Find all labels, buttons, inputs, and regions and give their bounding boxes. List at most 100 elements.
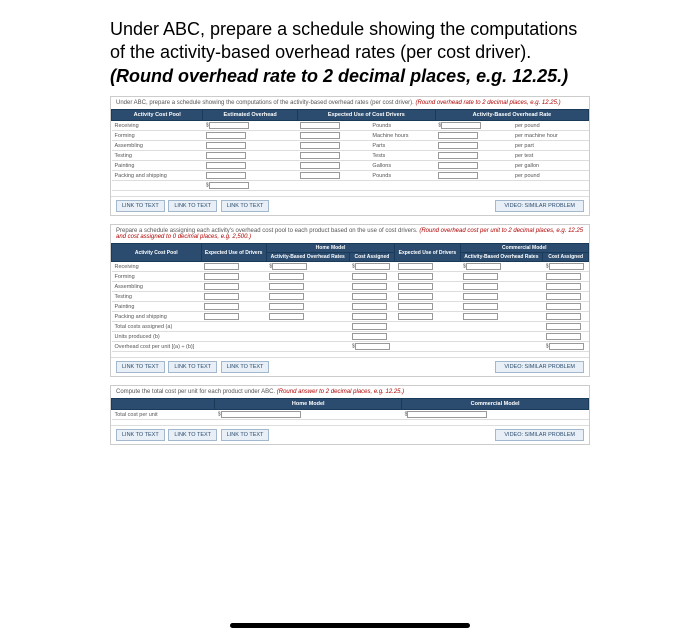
table-row: $	[112, 181, 589, 191]
link-to-text-button[interactable]: LINK TO TEXT	[116, 429, 165, 441]
s2-input[interactable]	[546, 333, 581, 340]
s2-input[interactable]	[352, 333, 387, 340]
s2-input[interactable]	[466, 263, 501, 270]
s1-driver-input-4[interactable]	[300, 162, 340, 169]
link-to-text-button[interactable]: LINK TO TEXT	[168, 361, 217, 373]
s2-input[interactable]	[272, 263, 307, 270]
s2-input[interactable]	[398, 293, 433, 300]
table-row: Forming	[112, 272, 589, 282]
question-bold: (Round overhead rate to 2 decimal places…	[110, 66, 568, 86]
s1-overhead-input-2[interactable]	[206, 142, 246, 149]
section3-table: Home Model Commercial Model Total cost p…	[111, 398, 589, 420]
s3-header-commercial: Commercial Model	[402, 399, 589, 410]
section2-link-row: LINK TO TEXT LINK TO TEXT LINK TO TEXT V…	[111, 357, 589, 376]
s2-input[interactable]	[463, 293, 498, 300]
link-to-text-button[interactable]: LINK TO TEXT	[221, 200, 270, 212]
s2-input[interactable]	[204, 303, 239, 310]
s2-input[interactable]	[352, 293, 387, 300]
table-row: Receiving$$$$	[112, 262, 589, 272]
s2-input[interactable]	[204, 313, 239, 320]
s2-input[interactable]	[463, 283, 498, 290]
table-row: Packing and shipping Pounds per pound	[112, 171, 589, 181]
table-row: Packing and shipping	[112, 312, 589, 322]
s2-input[interactable]	[398, 263, 433, 270]
s2-input[interactable]	[269, 303, 304, 310]
link-to-text-button[interactable]: LINK TO TEXT	[168, 429, 217, 441]
s2-input[interactable]	[546, 293, 581, 300]
s2-input[interactable]	[398, 313, 433, 320]
s2-input[interactable]	[204, 293, 239, 300]
table-row: Painting	[112, 302, 589, 312]
s1-driver-input-5[interactable]	[300, 172, 340, 179]
section2-table: Activity Cost Pool Expected Use of Drive…	[111, 243, 589, 352]
s2-input[interactable]	[204, 273, 239, 280]
s2-input[interactable]	[398, 283, 433, 290]
s2-input[interactable]	[398, 273, 433, 280]
s3-commercial-input[interactable]	[407, 411, 487, 418]
link-to-text-button[interactable]: LINK TO TEXT	[116, 200, 165, 212]
s2-input[interactable]	[546, 323, 581, 330]
table-row: Total cost per unit $ $	[112, 410, 589, 420]
s2-input[interactable]	[549, 263, 584, 270]
section1-instruction: Under ABC, prepare a schedule showing th…	[111, 97, 589, 109]
home-indicator	[230, 623, 470, 628]
question-main: Under ABC, prepare a schedule showing th…	[110, 19, 577, 62]
s2-input[interactable]	[355, 343, 390, 350]
s2-input[interactable]	[204, 283, 239, 290]
video-similar-problem-button[interactable]: VIDEO: SIMILAR PROBLEM	[495, 200, 584, 212]
table-row: Overhead cost per unit [(a) ÷ (b)]$$	[112, 342, 589, 352]
s1-rate-input-3[interactable]	[438, 152, 478, 159]
s2-input[interactable]	[269, 293, 304, 300]
section-3: Compute the total cost per unit for each…	[110, 385, 590, 445]
s2-input[interactable]	[398, 303, 433, 310]
s1-rate-input-4[interactable]	[438, 162, 478, 169]
s2-input[interactable]	[352, 313, 387, 320]
s1-rate-input-5[interactable]	[438, 172, 478, 179]
s2-input[interactable]	[463, 303, 498, 310]
s2-input[interactable]	[546, 283, 581, 290]
s2-input[interactable]	[352, 303, 387, 310]
s2-input[interactable]	[546, 313, 581, 320]
s2-input[interactable]	[269, 273, 304, 280]
s2-group-commercial: Commercial Model	[460, 244, 588, 253]
link-to-text-button[interactable]: LINK TO TEXT	[221, 361, 270, 373]
s1-driver-input-2[interactable]	[300, 142, 340, 149]
s1-overhead-input-0[interactable]	[209, 122, 249, 129]
s1-rate-input-2[interactable]	[438, 142, 478, 149]
table-row: Units produced (b)	[112, 332, 589, 342]
s1-rate-input-1[interactable]	[438, 132, 478, 139]
s2-input[interactable]	[352, 283, 387, 290]
s2-input[interactable]	[352, 323, 387, 330]
s2-input[interactable]	[352, 273, 387, 280]
section3-link-row: LINK TO TEXT LINK TO TEXT LINK TO TEXT V…	[111, 425, 589, 444]
section3-instruction: Compute the total cost per unit for each…	[111, 386, 589, 398]
s3-home-input[interactable]	[221, 411, 301, 418]
video-similar-problem-button[interactable]: VIDEO: SIMILAR PROBLEM	[495, 429, 584, 441]
link-to-text-button[interactable]: LINK TO TEXT	[116, 361, 165, 373]
s1-overhead-input-5[interactable]	[206, 172, 246, 179]
s2-input[interactable]	[546, 273, 581, 280]
s1-overhead-input-1[interactable]	[206, 132, 246, 139]
video-similar-problem-button[interactable]: VIDEO: SIMILAR PROBLEM	[495, 361, 584, 373]
s1-total-input[interactable]	[209, 182, 249, 189]
s1-rate-input-0[interactable]	[441, 122, 481, 129]
s1-overhead-input-4[interactable]	[206, 162, 246, 169]
s1-driver-input-0[interactable]	[300, 122, 340, 129]
s2-input[interactable]	[463, 273, 498, 280]
table-row: Testing	[112, 292, 589, 302]
s2-input[interactable]	[355, 263, 390, 270]
s1-header-rate: Activity-Based Overhead Rate	[435, 110, 588, 121]
s2-input[interactable]	[546, 303, 581, 310]
s1-driver-input-1[interactable]	[300, 132, 340, 139]
s2-input[interactable]	[549, 343, 584, 350]
section1-table: Activity Cost Pool Estimated Overhead Ex…	[111, 109, 589, 191]
s2-input[interactable]	[269, 313, 304, 320]
s2-input[interactable]	[204, 263, 239, 270]
s1-driver-input-3[interactable]	[300, 152, 340, 159]
s2-input[interactable]	[463, 313, 498, 320]
link-to-text-button[interactable]: LINK TO TEXT	[221, 429, 270, 441]
s1-overhead-input-3[interactable]	[206, 152, 246, 159]
table-row: Assembling Parts per part	[112, 141, 589, 151]
link-to-text-button[interactable]: LINK TO TEXT	[168, 200, 217, 212]
s2-input[interactable]	[269, 283, 304, 290]
